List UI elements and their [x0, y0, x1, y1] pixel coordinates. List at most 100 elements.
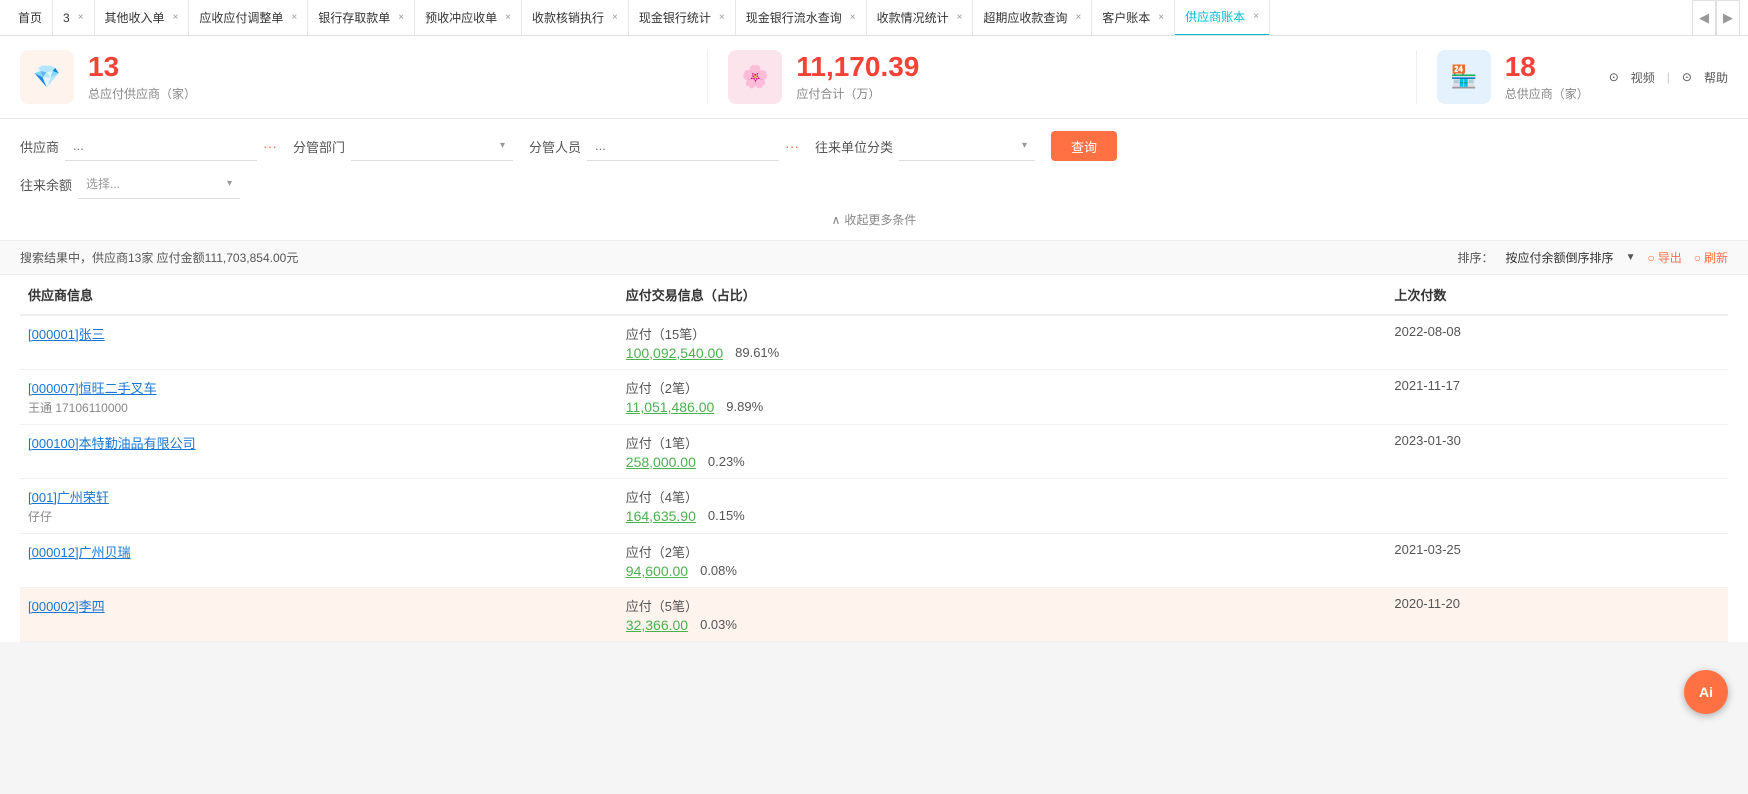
trans-percent-4: 0.08% [688, 563, 737, 578]
cell-transaction-0: 应付（15笔）100,092,540.0089.61% [618, 315, 1387, 370]
nav-tab-5[interactable]: 预收冲应收单× [415, 0, 522, 36]
supplier-link-5[interactable]: [000002]李四 [28, 599, 105, 614]
trans-label-2: 应付（1笔） [626, 433, 1379, 452]
person-dots-icon[interactable]: ··· [785, 138, 799, 154]
cell-last-payment-5: 2020-11-20 [1386, 588, 1728, 642]
refresh-button[interactable]: ○ 刷新 [1694, 249, 1728, 266]
nav-tab-close-9[interactable]: × [957, 12, 963, 23]
category-select[interactable]: ▾ [899, 131, 1035, 161]
nav-tab-1[interactable]: 3× [53, 0, 95, 36]
cell-supplier-4: [000012]广州贝瑞 [20, 534, 618, 588]
table-row: [000007]恒旺二手叉车王通 17106110000 应付（2笔） 11,051… [20, 370, 1728, 425]
nav-tab-close-1[interactable]: × [78, 12, 84, 23]
summary-big-num-2: 18 [1505, 52, 1589, 83]
cell-last-payment-1: 2021-11-17 [1386, 370, 1728, 425]
supplier-link-4[interactable]: [000012]广州贝瑞 [28, 545, 131, 560]
filter-section: 供应商 ··· 分管部门 ▾ 分管人员 ··· 往来单位分类 ▾ 查询 [0, 119, 1748, 241]
trans-label-3: 应付（4笔） [626, 487, 1379, 506]
trans-amount-4[interactable]: 94,600.00 [626, 563, 688, 579]
filter-category: 往来单位分类 ▾ [815, 131, 1035, 161]
filter-row-1: 供应商 ··· 分管部门 ▾ 分管人员 ··· 往来单位分类 ▾ 查询 [20, 131, 1728, 161]
trans-amount-0[interactable]: 100,092,540.00 [626, 345, 723, 361]
nav-tab-4[interactable]: 银行存取款单× [308, 0, 415, 36]
query-button[interactable]: 查询 [1051, 131, 1117, 161]
supplier-label: 供应商 [20, 137, 59, 156]
trans-amount-3[interactable]: 164,635.90 [626, 508, 696, 524]
trans-amount-1[interactable]: 11,051,486.00 [626, 399, 715, 415]
cell-transaction-2: 应付（1笔） 258,000.000.23% [618, 425, 1387, 479]
nav-tab-6[interactable]: 收款核销执行× [522, 0, 629, 36]
nav-tab-close-2[interactable]: × [173, 12, 179, 23]
supplier-link-2[interactable]: [000100]本特勤油品有限公司 [28, 436, 196, 451]
person-label: 分管人员 [529, 137, 581, 156]
summary-text-0: 13总应付供应商（家） [88, 52, 196, 102]
trans-label-1: 应付（2笔） [626, 378, 1379, 397]
supplier-input[interactable] [65, 131, 257, 161]
trans-percent-5: 0.03% [688, 617, 737, 632]
nav-tab-close-10[interactable]: × [1075, 12, 1081, 23]
nav-tab-2[interactable]: 其他收入单× [95, 0, 190, 36]
trans-label-5: 应付（5笔） [626, 596, 1379, 615]
supplier-dots-icon[interactable]: ··· [263, 138, 277, 154]
nav-tab-close-11[interactable]: × [1158, 12, 1164, 23]
video-icon: ⊙ [1609, 70, 1619, 84]
dept-select[interactable]: ▾ [351, 131, 513, 161]
nav-tab-0[interactable]: 首页 [8, 0, 53, 36]
cell-transaction-1: 应付（2笔）11,051,486.009.89% [618, 370, 1387, 425]
nav-tab-close-4[interactable]: × [398, 12, 404, 23]
nav-tab-close-3[interactable]: × [291, 12, 297, 23]
help-icon: ⊙ [1682, 70, 1692, 84]
cell-supplier-3: [001]广州荣轩仔仔 [20, 479, 618, 534]
sort-chevron-icon: ▼ [1626, 252, 1636, 263]
nav-tab-3[interactable]: 应收应付调整单× [189, 0, 308, 36]
supplier-link-0[interactable]: [000001]张三 [28, 327, 105, 342]
nav-tab-close-12[interactable]: × [1253, 11, 1259, 22]
trans-label-4: 应付（2笔） [626, 542, 1379, 561]
cell-transaction-4: 应付（2笔） 94,600.000.08% [618, 534, 1387, 588]
nav-tab-close-7[interactable]: × [719, 12, 725, 23]
supplier-link-3[interactable]: [001]广州荣轩 [28, 490, 109, 505]
collapse-bar[interactable]: ∧ 收起更多条件 [20, 207, 1728, 232]
nav-tab-close-5[interactable]: × [505, 12, 511, 23]
cell-supplier-1: [000007]恒旺二手叉车王通 17106110000 [20, 370, 618, 425]
result-actions: 排序： 按应付余额倒序排序 ▼ ○ 导出 ○ 刷新 [1458, 249, 1728, 266]
cell-transaction-5: 应付（5笔） 32,366.000.03% [618, 588, 1387, 642]
nav-tab-9[interactable]: 收款情况统计× [867, 0, 974, 36]
filter-dept: 分管部门 ▾ [293, 131, 513, 161]
ai-button[interactable]: Ai [1684, 670, 1728, 714]
supplier-table: 供应商信息 应付交易信息（占比） 上次付数 [000001]张三应付（15笔）1… [20, 275, 1728, 642]
trans-amount-5[interactable]: 32,366.00 [626, 617, 688, 633]
trans-amount-2[interactable]: 258,000.00 [626, 454, 696, 470]
nav-tab-10[interactable]: 超期应收款查询× [973, 0, 1092, 36]
nav-tab-12[interactable]: 供应商账本× [1175, 0, 1270, 36]
table-row: [000002]李四 应付（5笔） 32,366.000.03% 2020-11-20 [20, 588, 1728, 642]
refresh-icon: ○ [1694, 251, 1701, 265]
nav-arrow-right[interactable]: ▶ [1716, 0, 1740, 36]
export-button[interactable]: ○ 导出 [1647, 249, 1681, 266]
help-link[interactable]: 帮助 [1704, 69, 1728, 86]
trans-percent-2: 0.23% [696, 454, 745, 469]
supplier-sub-1: 王通 17106110000 [28, 399, 610, 416]
nav-tab-close-8[interactable]: × [850, 12, 856, 23]
table-row: [000001]张三应付（15笔）100,092,540.0089.61%202… [20, 315, 1728, 370]
summary-big-num-0: 13 [88, 52, 196, 83]
nav-arrows: ◀ ▶ [1692, 0, 1740, 36]
col-supplier-info: 供应商信息 [20, 275, 618, 315]
balance-chevron-icon: ▾ [227, 178, 232, 189]
video-link[interactable]: 视频 [1631, 69, 1655, 86]
result-bar: 搜索结果中，供应商13家 应付金额111,703,854.00元 排序： 按应付… [0, 241, 1748, 275]
nav-tab-7[interactable]: 现金银行统计× [629, 0, 736, 36]
nav-tab-8[interactable]: 现金银行流水查询× [736, 0, 867, 36]
balance-select[interactable]: 选择... ▾ [78, 169, 240, 199]
sort-value[interactable]: 按应付余额倒序排序 [1506, 249, 1614, 266]
cell-supplier-0: [000001]张三 [20, 315, 618, 370]
supplier-sub-3: 仔仔 [28, 508, 610, 525]
nav-tab-close-6[interactable]: × [612, 12, 618, 23]
table-container: 供应商信息 应付交易信息（占比） 上次付数 [000001]张三应付（15笔）1… [0, 275, 1748, 642]
supplier-link-1[interactable]: [000007]恒旺二手叉车 [28, 381, 157, 396]
nav-arrow-left[interactable]: ◀ [1692, 0, 1716, 36]
nav-tab-11[interactable]: 客户账本× [1092, 0, 1175, 36]
person-input[interactable] [587, 131, 779, 161]
cell-last-payment-3 [1386, 479, 1728, 534]
filter-supplier: 供应商 ··· [20, 131, 277, 161]
